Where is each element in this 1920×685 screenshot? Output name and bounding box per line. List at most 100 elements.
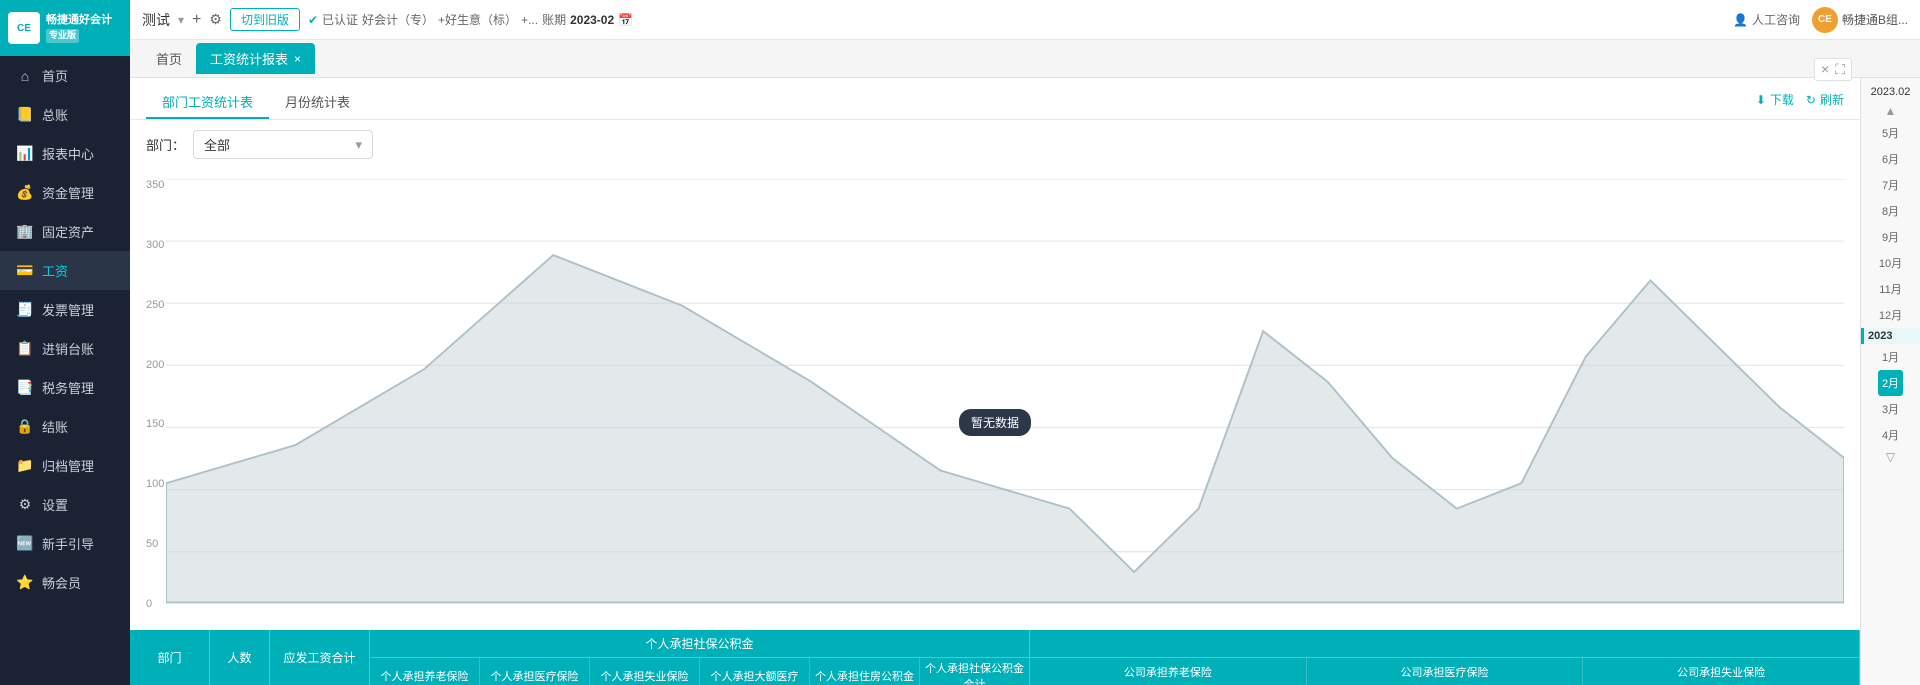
settings-icon: ⚙: [16, 496, 34, 513]
topbar-settings-icon[interactable]: ⚙: [209, 11, 222, 28]
calendar-icon[interactable]: 📅: [618, 13, 633, 27]
sidebar-item-home[interactable]: ⌂首页: [0, 56, 130, 95]
tax-icon: 📑: [16, 379, 34, 396]
salary-icon: 💳: [16, 262, 34, 279]
sidebar-item-tax[interactable]: 📑税务管理: [0, 368, 130, 407]
topbar: 测试 ▾ + ⚙ 切到旧版 ✔ 已认证 好会计（专） +好生意（标） +... …: [130, 0, 1920, 40]
download-button[interactable]: ⬇ 下载: [1756, 91, 1794, 108]
purchase-icon: 📋: [16, 340, 34, 357]
sidebar-item-guide[interactable]: 🆕新手引导: [0, 524, 130, 563]
rp-year-2023[interactable]: 2023: [1861, 328, 1920, 344]
sidebar-item-ledger[interactable]: 📒总账: [0, 95, 130, 134]
subtab-dept[interactable]: 部门工资统计表: [146, 86, 269, 119]
rp-month[interactable]: 11月: [1875, 276, 1906, 302]
assets-icon: 🏢: [16, 223, 34, 240]
filter-bar: 部门： 全部 ▾: [130, 120, 1860, 169]
th-company-sub: 公司承担失业保险: [1583, 658, 1859, 685]
sidebar-item-member[interactable]: ⭐畅会员: [0, 563, 130, 602]
close-panel-button[interactable]: ×: [1821, 61, 1829, 78]
y-label: 300: [146, 239, 164, 251]
sidebar-item-settings[interactable]: ⚙设置: [0, 485, 130, 524]
subtab-actions: ⬇ 下载 ↻ 刷新: [1756, 91, 1844, 114]
download-icon: ⬇: [1756, 93, 1766, 107]
tabbar: 首页 工资统计报表 ×: [130, 40, 1920, 78]
dropdown-arrow-icon: ▾: [355, 137, 362, 153]
topbar-right: 👤 人工咨询 CE 畅捷通B组...: [1733, 7, 1908, 33]
funds-icon: 💰: [16, 184, 34, 201]
home-icon: ⌂: [16, 68, 34, 84]
avatar: CE: [1812, 7, 1838, 33]
invoice-icon: 🧾: [16, 301, 34, 318]
rp-month-2023[interactable]: 4月: [1878, 422, 1903, 448]
content-main: 部门工资统计表 月份统计表 ⬇ 下载 ↻ 刷新: [130, 78, 1860, 685]
sidebar-item-assets[interactable]: 🏢固定资产: [0, 212, 130, 251]
user-area[interactable]: CE 畅捷通B组...: [1812, 7, 1908, 33]
subtab-month[interactable]: 月份统计表: [269, 86, 366, 119]
chart-tooltip: 暂无数据: [959, 409, 1031, 436]
chart-wrapper: 350300250200150100500 暂无数据: [130, 169, 1860, 630]
dept-filter-select[interactable]: 全部 ▾: [193, 130, 373, 159]
reports-icon: 📊: [16, 145, 34, 162]
switch-version-button[interactable]: 切到旧版: [230, 8, 300, 31]
consult-button[interactable]: 👤 人工咨询: [1733, 11, 1800, 28]
th-company-sub: 公司承担医疗保险: [1307, 658, 1584, 685]
tab-salary-report[interactable]: 工资统计报表 ×: [196, 43, 315, 74]
tab-home[interactable]: 首页: [142, 43, 196, 74]
sidebar-item-purchase[interactable]: 📋进销台账: [0, 329, 130, 368]
filter-value: 全部: [204, 135, 230, 154]
member-icon: ⭐: [16, 574, 34, 591]
topbar-project: 测试: [142, 10, 170, 30]
rp-current-year: 2023.02: [1861, 82, 1920, 102]
main-area: 测试 ▾ + ⚙ 切到旧版 ✔ 已认证 好会计（专） +好生意（标） +... …: [130, 0, 1920, 685]
th-personal-sub: 个人承担大额医疗: [700, 658, 810, 685]
th-group-personal-subs: 个人承担养老保险个人承担医疗保险个人承担失业保险个人承担大额医疗个人承担住房公积…: [370, 658, 1029, 685]
th-personal-sub: 个人承担社保公积金合计: [920, 658, 1029, 685]
th-group-company-subs: 公司承担养老保险公司承担医疗保险公司承担失业保险: [1030, 658, 1859, 685]
refresh-button[interactable]: ↻ 刷新: [1806, 91, 1844, 108]
consult-icon: 👤: [1733, 13, 1748, 27]
expand-panel-button[interactable]: ⛶: [1835, 61, 1845, 78]
subtabs: 部门工资统计表 月份统计表: [146, 86, 366, 119]
rp-up-arrow[interactable]: ▲: [1883, 102, 1899, 120]
rp-month[interactable]: 6月: [1875, 146, 1906, 172]
rp-month-2023[interactable]: 2月: [1878, 370, 1903, 396]
rp-month[interactable]: 10月: [1875, 250, 1906, 276]
th-personal-sub: 个人承担养老保险: [370, 658, 480, 685]
ledger-icon: 📒: [16, 106, 34, 123]
y-label: 150: [146, 418, 164, 430]
rp-month[interactable]: 8月: [1875, 198, 1906, 224]
rp-down-arrow[interactable]: ▽: [1884, 448, 1897, 466]
tab-close-icon[interactable]: ×: [294, 52, 301, 66]
sidebar-item-invoice[interactable]: 🧾发票管理: [0, 290, 130, 329]
sidebar-logo: CE 畅捷通好会计 专业版: [0, 0, 130, 56]
th-group-personal: 个人承担社保公积金 个人承担养老保险个人承担医疗保险个人承担失业保险个人承担大额…: [370, 630, 1030, 685]
th-group-personal-title: 个人承担社保公积金: [370, 630, 1029, 658]
y-label: 100: [146, 478, 164, 490]
y-label: 50: [146, 538, 164, 550]
filter-label: 部门：: [146, 135, 185, 154]
closing-icon: 🔒: [16, 418, 34, 435]
refresh-icon: ↻: [1806, 93, 1816, 107]
rp-month[interactable]: 7月: [1875, 172, 1906, 198]
chart-y-labels: 350300250200150100500: [146, 179, 164, 610]
rp-month-2023[interactable]: 3月: [1878, 396, 1903, 422]
sidebar-item-funds[interactable]: 💰资金管理: [0, 173, 130, 212]
topbar-add-button[interactable]: +: [192, 11, 201, 29]
rp-month[interactable]: 12月: [1875, 302, 1906, 328]
right-panel: 2023.02 ▲ 5月6月7月8月9月10月11月12月 2023 1月2月3…: [1860, 78, 1920, 685]
logo-text: 畅捷通好会计 专业版: [46, 13, 112, 43]
th-company-sub: 公司承担养老保险: [1030, 658, 1307, 685]
archive-icon: 📁: [16, 457, 34, 474]
topbar-dropdown-arrow[interactable]: ▾: [178, 13, 184, 27]
y-label: 0: [146, 598, 164, 610]
guide-icon: 🆕: [16, 535, 34, 552]
y-label: 200: [146, 359, 164, 371]
rp-month-2023[interactable]: 1月: [1878, 344, 1903, 370]
sidebar-item-archive[interactable]: 📁归档管理: [0, 446, 130, 485]
sidebar-item-closing[interactable]: 🔒结账: [0, 407, 130, 446]
rp-month[interactable]: 9月: [1875, 224, 1906, 250]
rp-month[interactable]: 5月: [1875, 120, 1906, 146]
panel-controls: × ⛶: [1814, 58, 1852, 81]
sidebar-item-salary[interactable]: 💳工资: [0, 251, 130, 290]
sidebar-item-reports[interactable]: 📊报表中心: [0, 134, 130, 173]
